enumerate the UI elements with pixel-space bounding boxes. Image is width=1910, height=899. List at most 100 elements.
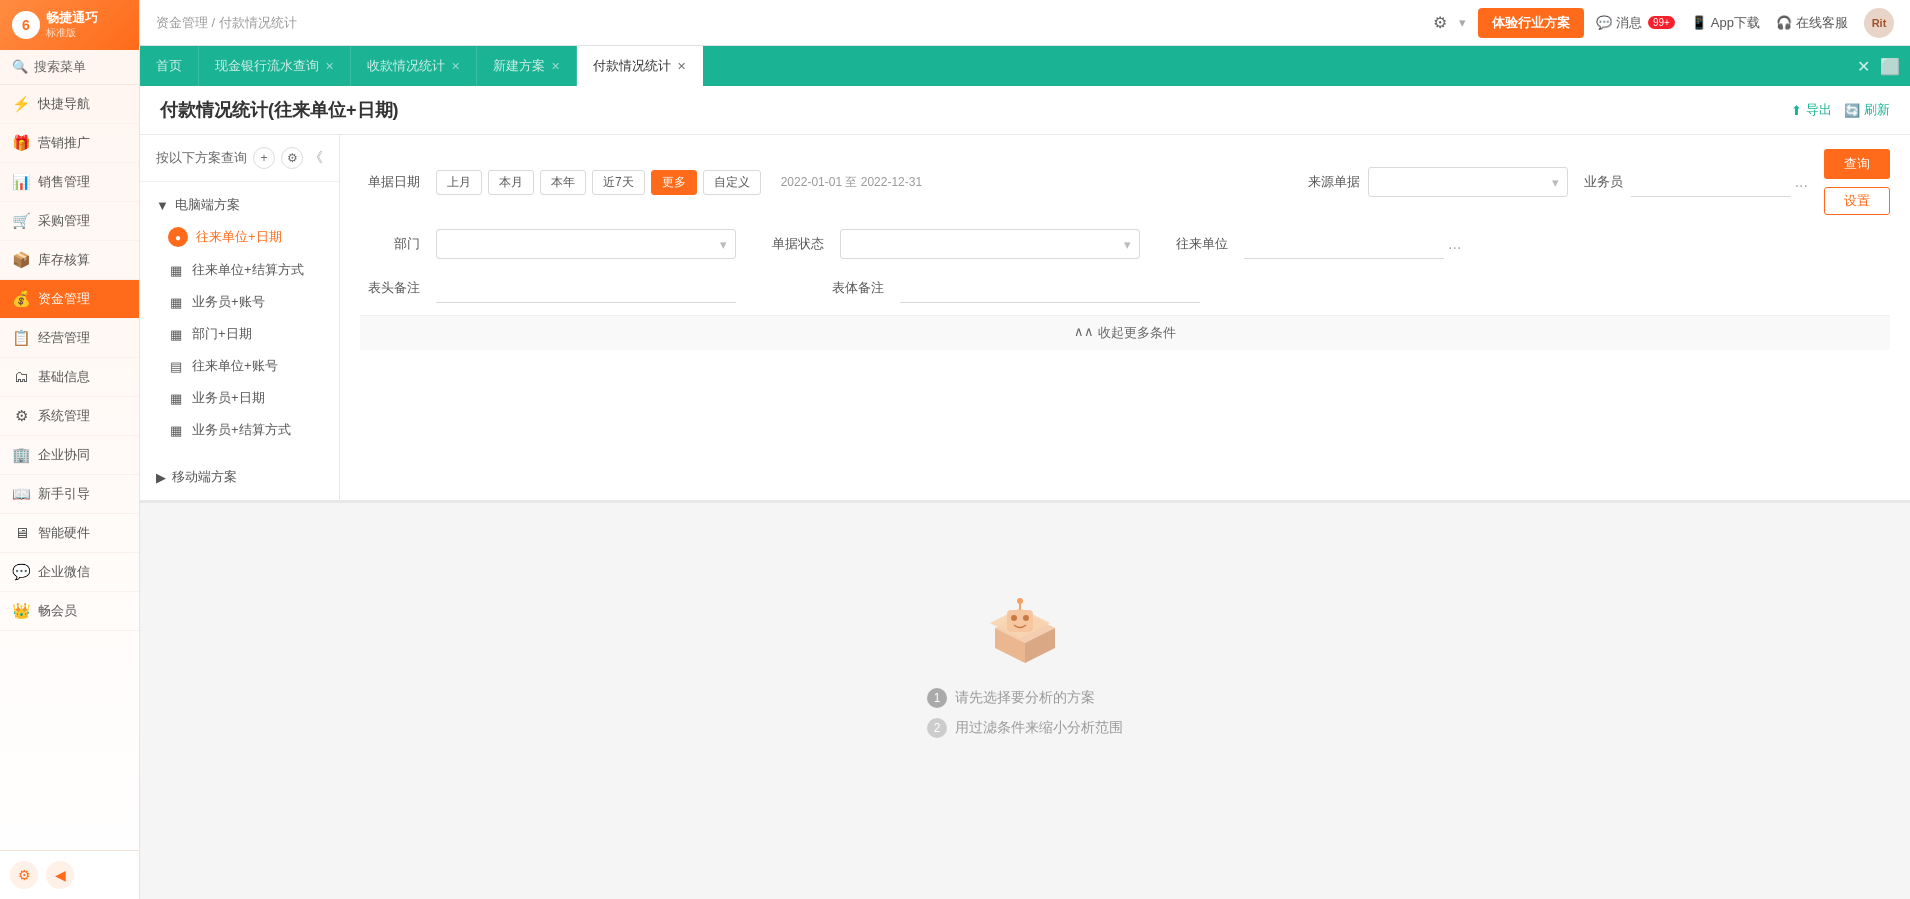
date-btn-this-year[interactable]: 本年 bbox=[540, 170, 586, 195]
scheme-item-staff-account[interactable]: ▦ 业务员+账号 bbox=[140, 286, 339, 318]
voucher-status-select[interactable]: ▾ bbox=[840, 229, 1140, 259]
partner-label: 往来单位 bbox=[1176, 235, 1228, 253]
sidebar-item-quick-nav[interactable]: ⚡ 快捷导航 bbox=[0, 85, 139, 124]
tabs-close-all[interactable]: ✕ bbox=[1857, 57, 1870, 76]
app-download-label: App下载 bbox=[1711, 14, 1760, 32]
sidebar-collapse-btn[interactable]: ◀ bbox=[46, 861, 74, 889]
sidebar: 6 畅捷通巧 标准版 🔍 搜索菜单 ⚡ 快捷导航 🎁 营销推广 📊 销售管理 🛒… bbox=[0, 0, 140, 899]
online-service-label: 在线客服 bbox=[1796, 14, 1848, 32]
tab-bank-flow[interactable]: 现金银行流水查询✕ bbox=[199, 46, 351, 86]
sidebar-item-member[interactable]: 👑 畅会员 bbox=[0, 592, 139, 631]
scheme-item-icon-partner-settlement: ▦ bbox=[168, 262, 184, 278]
scheme-item-partner-settlement[interactable]: ▦ 往来单位+结算方式 bbox=[140, 254, 339, 286]
scheme-item-partner-date[interactable]: ● 往来单位+日期 bbox=[140, 220, 339, 254]
date-btn-more[interactable]: 更多 bbox=[651, 170, 697, 195]
staff-label: 业务员 bbox=[1584, 173, 1623, 191]
nav-icon-base-info: 🗂 bbox=[12, 368, 30, 386]
export-btn[interactable]: ⬆ 导出 bbox=[1791, 101, 1832, 119]
sidebar-item-purchase[interactable]: 🛒 采购管理 bbox=[0, 202, 139, 241]
sidebar-item-sales[interactable]: 📊 销售管理 bbox=[0, 163, 139, 202]
tab-new-scheme[interactable]: 新建方案✕ bbox=[477, 46, 577, 86]
sidebar-item-finance[interactable]: 💰 资金管理 bbox=[0, 280, 139, 319]
source-dropdown-icon: ▾ bbox=[1552, 175, 1559, 190]
empty-hint-item-1: 1 请先选择要分析的方案 bbox=[927, 688, 1095, 708]
refresh-label: 刷新 bbox=[1864, 101, 1890, 119]
query-btn[interactable]: 查询 bbox=[1824, 149, 1890, 179]
nav-icon-operation: 📋 bbox=[12, 329, 30, 347]
scheme-group-desktop-title[interactable]: ▼ 电脑端方案 bbox=[140, 190, 339, 220]
tab-close-new-scheme[interactable]: ✕ bbox=[551, 60, 560, 73]
header-note-input[interactable] bbox=[436, 273, 736, 303]
body-note-input[interactable] bbox=[900, 273, 1200, 303]
online-service-action[interactable]: 🎧 在线客服 bbox=[1776, 14, 1848, 32]
partner-input[interactable] bbox=[1244, 229, 1444, 259]
date-btn-custom[interactable]: 自定义 bbox=[703, 170, 761, 195]
nav-label-purchase: 采购管理 bbox=[38, 212, 90, 230]
sidebar-item-wechat[interactable]: 💬 企业微信 bbox=[0, 553, 139, 592]
setting-btn[interactable]: 设置 bbox=[1824, 187, 1890, 215]
source-select[interactable]: ▾ bbox=[1368, 167, 1568, 197]
scheme-item-staff-date[interactable]: ▦ 业务员+日期 bbox=[140, 382, 339, 414]
scheme-panel-header: 按以下方案查询 + ⚙ 《 bbox=[140, 135, 339, 182]
sidebar-settings-btn[interactable]: ⚙ bbox=[10, 861, 38, 889]
tab-payment-stats[interactable]: 付款情况统计✕ bbox=[577, 46, 703, 86]
dept-dropdown-icon: ▾ bbox=[720, 237, 727, 252]
sidebar-search[interactable]: 🔍 搜索菜单 bbox=[0, 50, 139, 85]
date-label: 单据日期 bbox=[360, 173, 420, 191]
scheme-item-label-partner-date: 往来单位+日期 bbox=[196, 228, 282, 246]
tab-close-payment-stats[interactable]: ✕ bbox=[677, 60, 686, 73]
sidebar-item-operation[interactable]: 📋 经营管理 bbox=[0, 319, 139, 358]
scheme-item-staff-settlement[interactable]: ▦ 业务员+结算方式 bbox=[140, 414, 339, 446]
app-download-action[interactable]: 📱 App下载 bbox=[1691, 14, 1760, 32]
nav-label-system: 系统管理 bbox=[38, 407, 90, 425]
logo-text-block: 畅捷通巧 标准版 bbox=[46, 10, 98, 40]
scheme-settings-btn[interactable]: ⚙ bbox=[281, 147, 303, 169]
scheme-add-btn[interactable]: + bbox=[253, 147, 275, 169]
messages-action[interactable]: 💬 消息 99+ bbox=[1596, 14, 1675, 32]
scheme-desktop-items: ● 往来单位+日期 ▦ 往来单位+结算方式 ▦ 业务员+账号 ▦ 部门+日期 ▤… bbox=[140, 220, 339, 446]
empty-state: 1 请先选择要分析的方案 2 用过滤条件来缩小分析范围 bbox=[140, 503, 1910, 803]
sidebar-item-system[interactable]: ⚙ 系统管理 bbox=[0, 397, 139, 436]
scheme-item-label-staff-account: 业务员+账号 bbox=[192, 293, 265, 311]
scheme-item-partner-account[interactable]: ▤ 往来单位+账号 bbox=[140, 350, 339, 382]
nav-icon-inventory: 📦 bbox=[12, 251, 30, 269]
user-avatar[interactable]: Rit bbox=[1864, 8, 1894, 38]
sidebar-item-hardware[interactable]: 🖥 智能硬件 bbox=[0, 514, 139, 553]
tabs-maximize[interactable]: ⬜ bbox=[1880, 57, 1900, 76]
sidebar-logo[interactable]: 6 畅捷通巧 标准版 bbox=[0, 0, 139, 50]
filter-row-1: 单据日期 上月本月本年近7天更多自定义 2022-01-01 至 2022-12… bbox=[360, 149, 1890, 215]
date-btn-this-month[interactable]: 本月 bbox=[488, 170, 534, 195]
topbar-actions: 💬 消息 99+ 📱 App下载 🎧 在线客服 Rit bbox=[1596, 8, 1894, 38]
tabs-bar: 首页现金银行流水查询✕收款情况统计✕新建方案✕付款情况统计✕ ✕ ⬜ bbox=[140, 46, 1910, 86]
sidebar-item-base-info[interactable]: 🗂 基础信息 bbox=[0, 358, 139, 397]
partner-dots[interactable]: ... bbox=[1448, 235, 1461, 253]
scheme-collapse-btn[interactable]: 《 bbox=[309, 149, 323, 167]
tab-home[interactable]: 首页 bbox=[140, 46, 199, 86]
sidebar-item-inventory[interactable]: 📦 库存核算 bbox=[0, 241, 139, 280]
sidebar-item-guide[interactable]: 📖 新手引导 bbox=[0, 475, 139, 514]
collapse-bar[interactable]: ∧∧ 收起更多条件 bbox=[360, 315, 1890, 350]
page-title: 付款情况统计(往来单位+日期) bbox=[160, 98, 399, 122]
staff-dots[interactable]: ... bbox=[1795, 173, 1808, 191]
sidebar-item-enterprise[interactable]: 🏢 企业协同 bbox=[0, 436, 139, 475]
scheme-item-dept-date[interactable]: ▦ 部门+日期 bbox=[140, 318, 339, 350]
nav-label-operation: 经营管理 bbox=[38, 329, 90, 347]
date-btn-last-month[interactable]: 上月 bbox=[436, 170, 482, 195]
dept-select[interactable]: ▾ bbox=[436, 229, 736, 259]
tab-receipt-stats[interactable]: 收款情况统计✕ bbox=[351, 46, 477, 86]
nav-icon-finance: 💰 bbox=[12, 290, 30, 308]
tab-close-bank-flow[interactable]: ✕ bbox=[325, 60, 334, 73]
topbar-settings-icon[interactable]: ⚙ bbox=[1433, 13, 1447, 32]
main-content: 资金管理 / 付款情况统计 ⚙ ▾ 体验行业方案 💬 消息 99+ 📱 App下… bbox=[140, 0, 1910, 899]
scheme-group-mobile-title[interactable]: ▶ 移动端方案 bbox=[140, 462, 339, 492]
mobile-icon: 📱 bbox=[1691, 15, 1707, 30]
dropdown-icon[interactable]: ▾ bbox=[1459, 15, 1466, 30]
refresh-btn[interactable]: 🔄 刷新 bbox=[1844, 101, 1890, 119]
staff-input[interactable] bbox=[1631, 167, 1791, 197]
trial-btn[interactable]: 体验行业方案 bbox=[1478, 8, 1584, 38]
tab-close-receipt-stats[interactable]: ✕ bbox=[451, 60, 460, 73]
search-label: 搜索菜单 bbox=[34, 58, 86, 76]
nav-icon-purchase: 🛒 bbox=[12, 212, 30, 230]
sidebar-item-marketing[interactable]: 🎁 营销推广 bbox=[0, 124, 139, 163]
date-btn-last-7[interactable]: 近7天 bbox=[592, 170, 645, 195]
